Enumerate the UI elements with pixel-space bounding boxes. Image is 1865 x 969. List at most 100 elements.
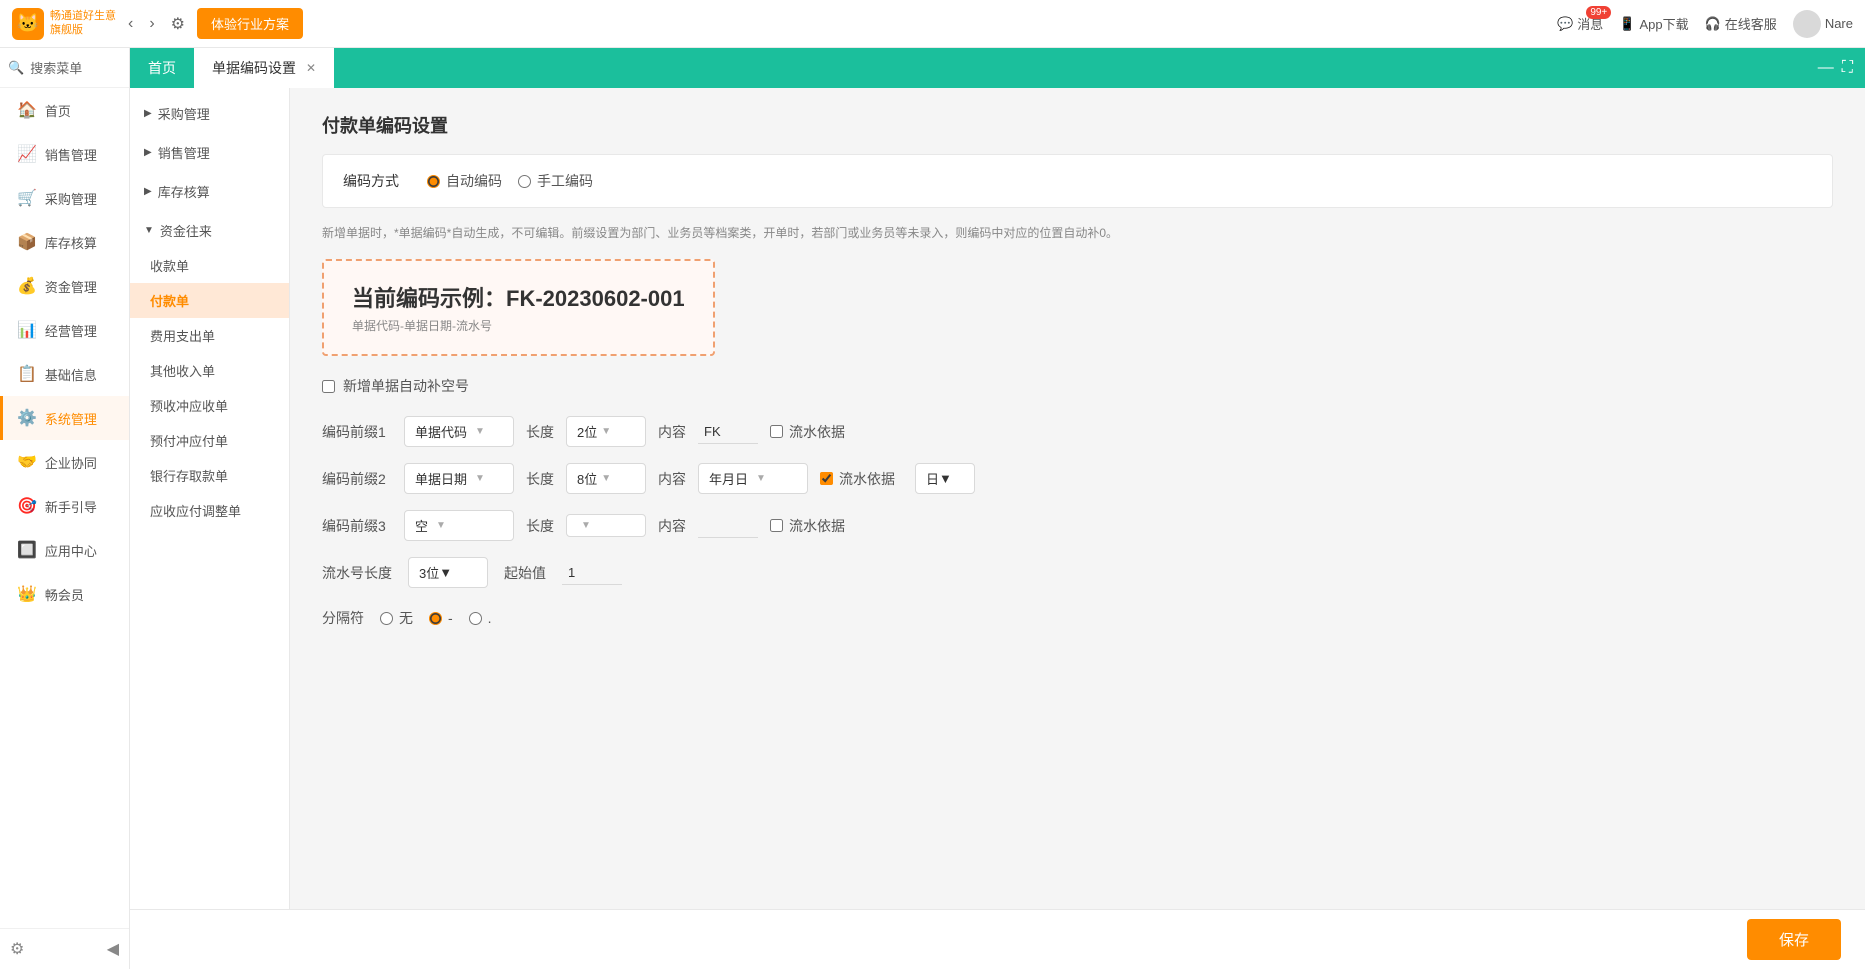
online-service-area[interactable]: 🎧 在线客服 [1705,14,1777,33]
length3-arrow: ▼ [581,520,591,531]
serial2-checkbox[interactable] [820,472,833,485]
day-arrow: ▼ [939,471,952,486]
message-area[interactable]: 💬 消息 99+ [1557,14,1603,33]
sidebar-item-label: 新手引导 [45,497,97,516]
sidebar-item-finance[interactable]: 💰 资金管理 [0,264,129,308]
sidebar-item-sales[interactable]: 📈 销售管理 [0,132,129,176]
separator-dash-radio[interactable] [429,612,442,625]
separator-dash-text: - [448,610,453,626]
tab-maximize-button[interactable]: ⛶ [1842,59,1853,77]
serial-length-select[interactable]: 3位 ▼ [408,557,488,588]
auto-code-radio-label[interactable]: 自动编码 [427,171,502,191]
prefix1-select[interactable]: 单据代码 ▼ [404,416,514,447]
length1-value: 2位 [577,422,597,441]
online-service-label: 在线客服 [1725,14,1777,33]
submenu-header-funds[interactable]: ▼ 资金往来 [130,213,289,248]
submenu-item-other-income[interactable]: 其他收入单 [130,353,289,388]
sidebar-item-enterprise[interactable]: 🤝 企业协同 [0,440,129,484]
content3-label: 内容 [658,516,686,536]
tab-home[interactable]: 首页 [130,48,194,88]
submenu-item-expense[interactable]: 费用支出单 [130,318,289,353]
separator-dash-label[interactable]: - [429,610,453,626]
settings-button[interactable]: ⚙ [167,10,189,38]
sidebar-item-guide[interactable]: 🎯 新手引导 [0,484,129,528]
serial1-checkbox-label[interactable]: 流水依据 [770,422,845,442]
basic-info-icon: 📋 [17,364,37,384]
member-icon: 👑 [17,584,37,604]
search-menu-button[interactable]: 🔍 搜索菜单 [0,48,129,88]
tab-encoding-settings[interactable]: 单据编码设置 ✕ [194,48,334,88]
serial-row: 流水号长度 3位 ▼ 起始值 [322,557,1833,588]
prefix3-select[interactable]: 空 ▼ [404,510,514,541]
serial3-checkbox[interactable] [770,519,783,532]
submenu-item-payment[interactable]: 付款单 [130,283,289,318]
length2-select[interactable]: 8位 ▼ [566,463,646,494]
sidebar-settings-button[interactable]: ⚙ [10,939,24,959]
sidebar-item-label: 采购管理 [45,189,97,208]
separator-dot-label[interactable]: . [469,610,492,626]
submenu-header-stock[interactable]: ▶ 库存核算 [130,174,289,209]
trial-button[interactable]: 体验行业方案 [197,8,303,39]
tab-minimize-button[interactable]: — [1818,59,1834,77]
sidebar-item-purchase[interactable]: 🛒 采购管理 [0,176,129,220]
sidebar-nav: 🏠 首页 📈 销售管理 🛒 采购管理 📦 库存核算 💰 资金管理 📊 经 [0,88,129,928]
submenu-item-adjust[interactable]: 应收应付调整单 [130,493,289,528]
separator-dot-radio[interactable] [469,612,482,625]
sidebar-item-label: 销售管理 [45,145,97,164]
submenu-item-receipt[interactable]: 收款单 [130,248,289,283]
content2-select[interactable]: 年月日 ▼ [698,463,808,494]
submenu-header-purchase[interactable]: ▶ 采购管理 [130,96,289,131]
save-button[interactable]: 保存 [1747,919,1841,960]
finance-icon: 💰 [17,276,37,296]
separator-none-label[interactable]: 无 [380,608,413,628]
submenu-header-sales[interactable]: ▶ 销售管理 [130,135,289,170]
separator-none-radio[interactable] [380,612,393,625]
serial-length-value: 3位 [419,563,439,582]
tab-encoding-label: 单据编码设置 [212,58,296,78]
auto-fill-checkbox[interactable] [322,380,335,393]
message-icon: 💬 [1557,16,1573,32]
sidebar-item-inventory[interactable]: 📦 库存核算 [0,220,129,264]
nav-back-button[interactable]: ‹ [124,11,137,37]
arrow-icon: ▶ [144,108,152,119]
config-row-1: 编码前缀1 单据代码 ▼ 长度 2位 ▼ 内容 流水依据 [322,416,1833,447]
length1-select[interactable]: 2位 ▼ [566,416,646,447]
sidebar-item-system[interactable]: ⚙️ 系统管理 [0,396,129,440]
submenu-item-advance-payment[interactable]: 预付冲应付单 [130,423,289,458]
sidebar-item-label: 资金管理 [45,277,97,296]
sidebar-item-basic-info[interactable]: 📋 基础信息 [0,352,129,396]
tab-close-button[interactable]: ✕ [306,61,316,75]
manual-code-radio[interactable] [518,175,531,188]
serial3-checkbox-label[interactable]: 流水依据 [770,516,845,536]
length1-arrow: ▼ [601,426,611,437]
submenu-label: 销售管理 [158,143,210,162]
sidebar-item-label: 应用中心 [45,541,97,560]
user-area[interactable]: Nare [1793,10,1853,38]
serial2-checkbox-label[interactable]: 流水依据 [820,469,895,489]
length3-select[interactable]: ▼ [566,514,646,537]
submenu-group-funds: ▼ 资金往来 收款单 付款单 费用支出单 其他收入单 预收冲应收单 预付冲应付单… [130,213,289,528]
sidebar-item-member[interactable]: 👑 畅会员 [0,572,129,616]
sidebar-item-business[interactable]: 📊 经营管理 [0,308,129,352]
sidebar-collapse-button[interactable]: ◀ [107,939,119,959]
serial1-checkbox[interactable] [770,425,783,438]
day-value: 日 [926,469,939,488]
serial-length-arrow: ▼ [439,565,452,580]
submenu-item-advance-receipt[interactable]: 预收冲应收单 [130,388,289,423]
day-select[interactable]: 日 ▼ [915,463,975,494]
sidebar-footer: ⚙ ◀ [0,928,129,969]
nav-forward-button[interactable]: › [145,11,158,37]
content1-input[interactable] [698,420,758,444]
home-icon: 🏠 [17,100,37,120]
prefix2-select[interactable]: 单据日期 ▼ [404,463,514,494]
manual-code-radio-label[interactable]: 手工编码 [518,171,593,191]
serial-start-input[interactable] [562,561,622,585]
submenu-item-bank[interactable]: 银行存取款单 [130,458,289,493]
sidebar-item-app-center[interactable]: 🔲 应用中心 [0,528,129,572]
auto-code-radio[interactable] [427,175,440,188]
content3-input[interactable] [698,514,758,538]
length3-label: 长度 [526,516,554,536]
app-download-area[interactable]: 📱 App下载 [1619,14,1688,33]
sidebar-item-label: 首页 [45,101,71,120]
sidebar-item-home[interactable]: 🏠 首页 [0,88,129,132]
